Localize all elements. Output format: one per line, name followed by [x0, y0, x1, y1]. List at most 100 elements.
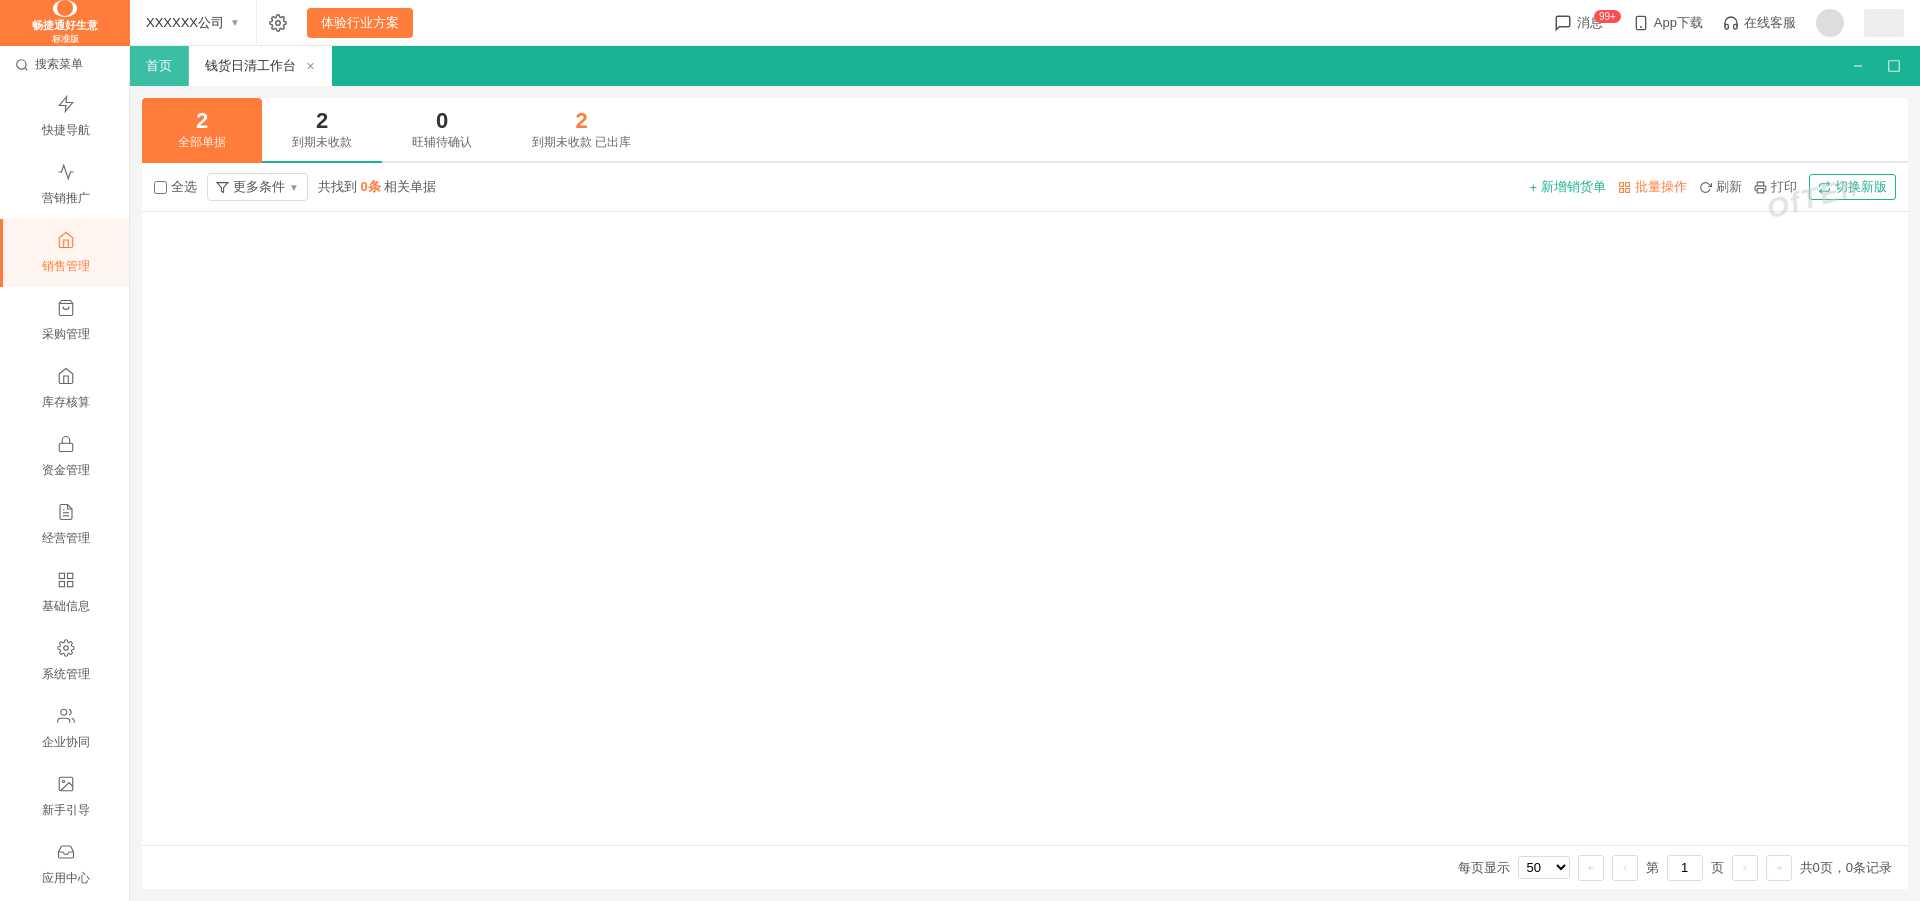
sales-icon — [57, 231, 75, 254]
sidebar-item-app-center[interactable]: 应用中心 — [0, 831, 129, 899]
print-button[interactable]: 打印 — [1754, 178, 1797, 196]
refresh-button[interactable]: 刷新 — [1699, 178, 1742, 196]
svg-rect-22 — [1626, 183, 1630, 187]
found-prefix: 共找到 — [318, 179, 357, 194]
sidebar-item-base-info[interactable]: 基础信息 — [0, 559, 129, 627]
stat-tab-all[interactable]: 2 全部单据 — [142, 98, 262, 163]
print-label: 打印 — [1771, 178, 1797, 196]
sidebar-item-guide[interactable]: 新手引导 — [0, 763, 129, 831]
stat-pending-num: 0 — [436, 108, 448, 134]
tab-workbench[interactable]: 钱货日清工作台 ✕ — [189, 46, 332, 86]
stat-outstock-label: 到期未收款 已出库 — [532, 134, 631, 151]
app-download-button[interactable]: App下载 — [1633, 14, 1703, 32]
stat-overdue-num: 2 — [316, 108, 328, 134]
tab-close-icon[interactable]: ✕ — [306, 60, 315, 73]
stat-all-num: 2 — [196, 108, 208, 134]
select-all-label: 全选 — [171, 178, 197, 196]
toolbar-left: 全选 更多条件 ▼ 共找到 0条 相关单据 — [154, 173, 1517, 201]
message-button[interactable]: 消息 99+ — [1554, 14, 1613, 32]
stat-outstock-num: 2 — [576, 108, 588, 134]
sidebar-item-sys-mgmt[interactable]: 系统管理 — [0, 627, 129, 695]
avatar[interactable] — [1816, 9, 1844, 37]
app-download-label: App下载 — [1654, 14, 1703, 32]
trial-button[interactable]: 体验行业方案 — [307, 8, 413, 38]
tab-home-label: 首页 — [146, 57, 172, 75]
marketing-icon — [57, 163, 75, 186]
svg-marker-20 — [217, 183, 228, 193]
pagination-bar: 每页显示 50 100 200 第 页 — [142, 845, 1908, 889]
filter-label: 更多条件 — [233, 178, 285, 196]
message-badge: 99+ — [1594, 10, 1621, 23]
found-text: 共找到 0条 相关单据 — [318, 178, 436, 196]
sidebar: 搜索菜单 快捷导航 营销推广 — [0, 46, 130, 901]
chevron-down-icon: ▼ — [230, 17, 240, 28]
company-name: XXXXXX公司 — [146, 14, 224, 32]
batch-ops-button[interactable]: 批量操作 — [1618, 178, 1687, 196]
avatar2[interactable] — [1864, 9, 1904, 37]
tab-minimize-button[interactable] — [1844, 52, 1872, 80]
toolbar: 全选 更多条件 ▼ 共找到 0条 相关单据 — [142, 163, 1908, 212]
sidebar-item-finance-label: 资金管理 — [42, 462, 90, 479]
header-left: 畅捷通好生意 标准版 XXXXXX公司 ▼ 体验行业方案 — [0, 0, 413, 45]
sidebar-item-finance[interactable]: 资金管理 — [0, 423, 129, 491]
page-label: 第 — [1646, 859, 1659, 877]
settings-button[interactable] — [257, 0, 299, 46]
tab-bar: 首页 钱货日清工作台 ✕ — [130, 46, 1920, 86]
stat-overdue-label: 到期未收款 — [292, 134, 352, 151]
svg-rect-23 — [1626, 188, 1630, 192]
search-menu-label: 搜索菜单 — [35, 56, 83, 73]
base-info-icon — [57, 571, 75, 594]
online-service-button[interactable]: 在线客服 — [1723, 14, 1796, 32]
sidebar-item-marketing-label: 营销推广 — [42, 190, 90, 207]
sidebar-item-sales[interactable]: 销售管理 — [0, 219, 129, 287]
logo-icon-inner — [57, 0, 73, 16]
sys-mgmt-icon — [57, 639, 75, 662]
sidebar-item-base-info-label: 基础信息 — [42, 598, 90, 615]
per-page-select[interactable]: 50 100 200 — [1518, 856, 1570, 879]
select-all-checkbox[interactable]: 全选 — [154, 178, 197, 196]
add-sales-order-button[interactable]: + 新增销货单 — [1529, 178, 1606, 196]
svg-rect-11 — [68, 573, 73, 578]
header-right: 消息 99+ App下载 在线客服 — [1554, 0, 1920, 46]
app-name: 畅捷通好生意 — [32, 19, 98, 32]
switch-label: 切换新版 — [1835, 178, 1887, 196]
svg-rect-19 — [1889, 61, 1900, 72]
enterprise-icon — [57, 707, 75, 730]
sidebar-item-quick-nav[interactable]: 快捷导航 — [0, 83, 129, 151]
operations-icon — [57, 503, 75, 526]
sidebar-item-operations[interactable]: 经营管理 — [0, 491, 129, 559]
top-header: 畅捷通好生意 标准版 XXXXXX公司 ▼ 体验行业方案 消息 99+ — [0, 0, 1920, 46]
first-page-button[interactable] — [1578, 855, 1604, 881]
stat-tab-overdue[interactable]: 2 到期未收款 — [262, 98, 382, 163]
page-suffix: 页 — [1711, 859, 1724, 877]
sidebar-item-purchase[interactable]: 采购管理 — [0, 287, 129, 355]
logo-icon — [53, 0, 77, 17]
tab-maximize-button[interactable] — [1880, 52, 1908, 80]
sidebar-item-marketing[interactable]: 营销推广 — [0, 151, 129, 219]
stat-tab-outstock[interactable]: 2 到期未收款 已出库 — [502, 98, 661, 163]
company-selector[interactable]: XXXXXX公司 ▼ — [130, 0, 257, 46]
search-menu-button[interactable]: 搜索菜单 — [0, 46, 129, 83]
next-page-button[interactable] — [1732, 855, 1758, 881]
svg-point-0 — [276, 20, 281, 25]
prev-page-button[interactable] — [1612, 855, 1638, 881]
last-page-button[interactable] — [1766, 855, 1792, 881]
sidebar-item-quick-nav-label: 快捷导航 — [42, 122, 90, 139]
svg-rect-7 — [59, 443, 73, 451]
select-all-input[interactable] — [154, 181, 167, 194]
table-area — [142, 212, 1908, 845]
sidebar-item-enterprise[interactable]: 企业协同 — [0, 695, 129, 763]
sidebar-item-sys-mgmt-label: 系统管理 — [42, 666, 90, 683]
sidebar-item-enterprise-label: 企业协同 — [42, 734, 90, 751]
svg-point-3 — [17, 59, 26, 68]
tab-home[interactable]: 首页 — [130, 46, 189, 86]
filter-button[interactable]: 更多条件 ▼ — [207, 173, 308, 201]
switch-version-button[interactable]: 切换新版 — [1809, 174, 1896, 200]
inventory-icon — [57, 367, 75, 390]
app-version: 标准版 — [52, 33, 79, 46]
svg-rect-13 — [59, 582, 64, 587]
page-number-input[interactable] — [1667, 855, 1703, 881]
stat-pending-label: 旺辅待确认 — [412, 134, 472, 151]
stat-tab-pending[interactable]: 0 旺辅待确认 — [382, 98, 502, 163]
sidebar-item-inventory[interactable]: 库存核算 — [0, 355, 129, 423]
